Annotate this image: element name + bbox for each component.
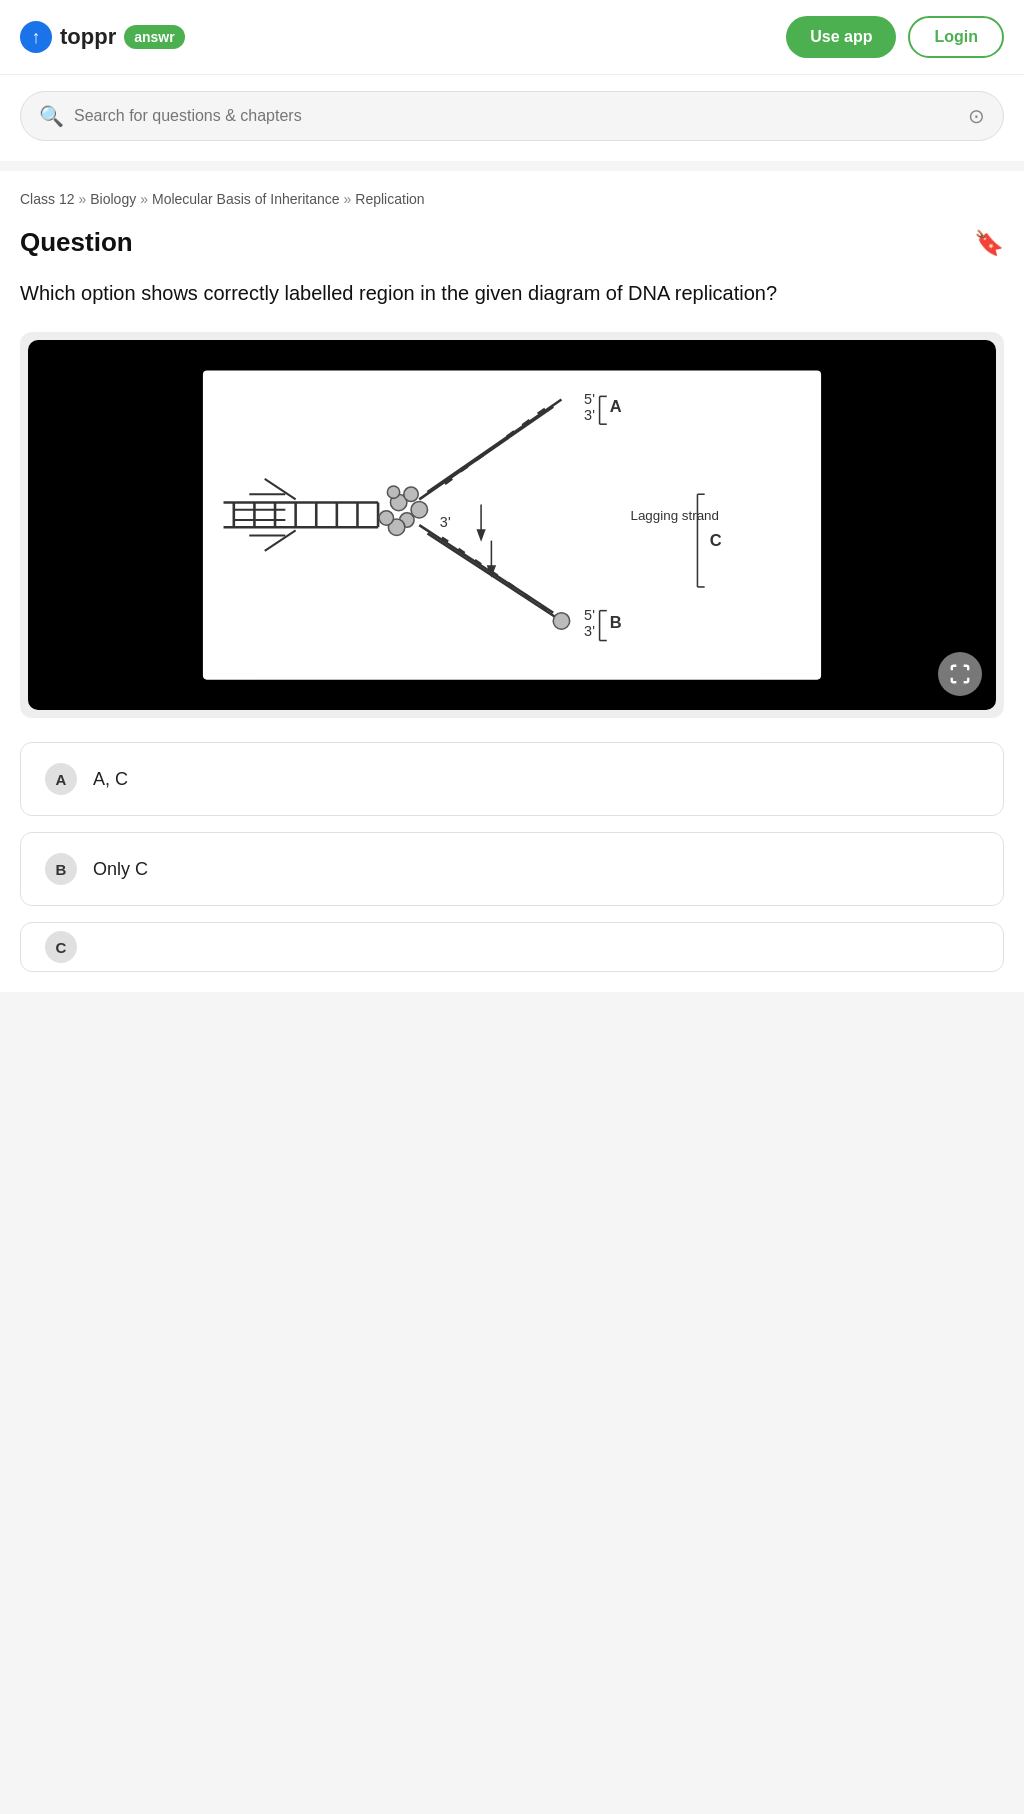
svg-point-20 [411, 501, 427, 517]
svg-text:B: B [610, 613, 622, 631]
search-input[interactable] [74, 107, 958, 125]
breadcrumb-class12: Class 12 [20, 191, 74, 207]
use-app-button[interactable]: Use app [786, 16, 896, 58]
diagram-inner: 5' 3' A [28, 340, 996, 710]
question-header: Question 🔖 [20, 227, 1004, 258]
option-c-card[interactable]: C [20, 922, 1004, 972]
option-a-card[interactable]: A A, C [20, 742, 1004, 816]
bookmark-icon[interactable]: 🔖 [974, 229, 1004, 257]
dna-replication-diagram: 5' 3' A [172, 350, 852, 700]
main-content: Class 12 » Biology » Molecular Basis of … [0, 171, 1024, 992]
toppr-brand-text: toppr [60, 24, 116, 50]
breadcrumb-sep-1: » [78, 191, 86, 207]
svg-text:A: A [610, 397, 622, 415]
option-c-label: C [45, 931, 77, 963]
logo-area: ↑ toppr answr [20, 21, 185, 53]
svg-point-23 [379, 511, 393, 525]
breadcrumb-biology: Biology [90, 191, 136, 207]
question-section-title: Question [20, 227, 133, 258]
breadcrumb-sep-2: » [140, 191, 148, 207]
svg-text:5': 5' [584, 391, 595, 407]
option-b-card[interactable]: B Only C [20, 832, 1004, 906]
svg-text:5': 5' [584, 607, 595, 623]
option-a-label: A [45, 763, 77, 795]
search-bar: 🔍 ⊙ [20, 91, 1004, 141]
breadcrumb: Class 12 » Biology » Molecular Basis of … [20, 191, 1004, 207]
toppr-logo-icon: ↑ [20, 21, 52, 53]
option-b-text: Only C [93, 859, 148, 880]
question-text: Which option shows correctly labelled re… [20, 278, 1004, 308]
login-button[interactable]: Login [908, 16, 1004, 58]
search-section: 🔍 ⊙ [0, 75, 1024, 161]
breadcrumb-molecular: Molecular Basis of Inheritance [152, 191, 340, 207]
search-icon: 🔍 [39, 104, 64, 128]
breadcrumb-replication: Replication [355, 191, 424, 207]
header-buttons: Use app Login [786, 16, 1004, 58]
svg-point-24 [387, 486, 399, 498]
answr-badge: answr [124, 25, 184, 49]
camera-icon[interactable]: ⊙ [968, 104, 985, 128]
diagram-container: 5' 3' A [20, 332, 1004, 718]
svg-text:Lagging strand: Lagging strand [630, 508, 719, 523]
svg-text:C: C [710, 531, 722, 549]
option-b-label: B [45, 853, 77, 885]
breadcrumb-sep-3: » [344, 191, 352, 207]
header: ↑ toppr answr Use app Login [0, 0, 1024, 75]
svg-text:3': 3' [584, 407, 595, 423]
option-a-text: A, C [93, 769, 128, 790]
svg-point-49 [553, 613, 569, 629]
expand-diagram-button[interactable] [938, 652, 982, 696]
svg-text:3': 3' [440, 514, 451, 530]
svg-point-19 [404, 487, 418, 501]
svg-text:3': 3' [584, 623, 595, 639]
